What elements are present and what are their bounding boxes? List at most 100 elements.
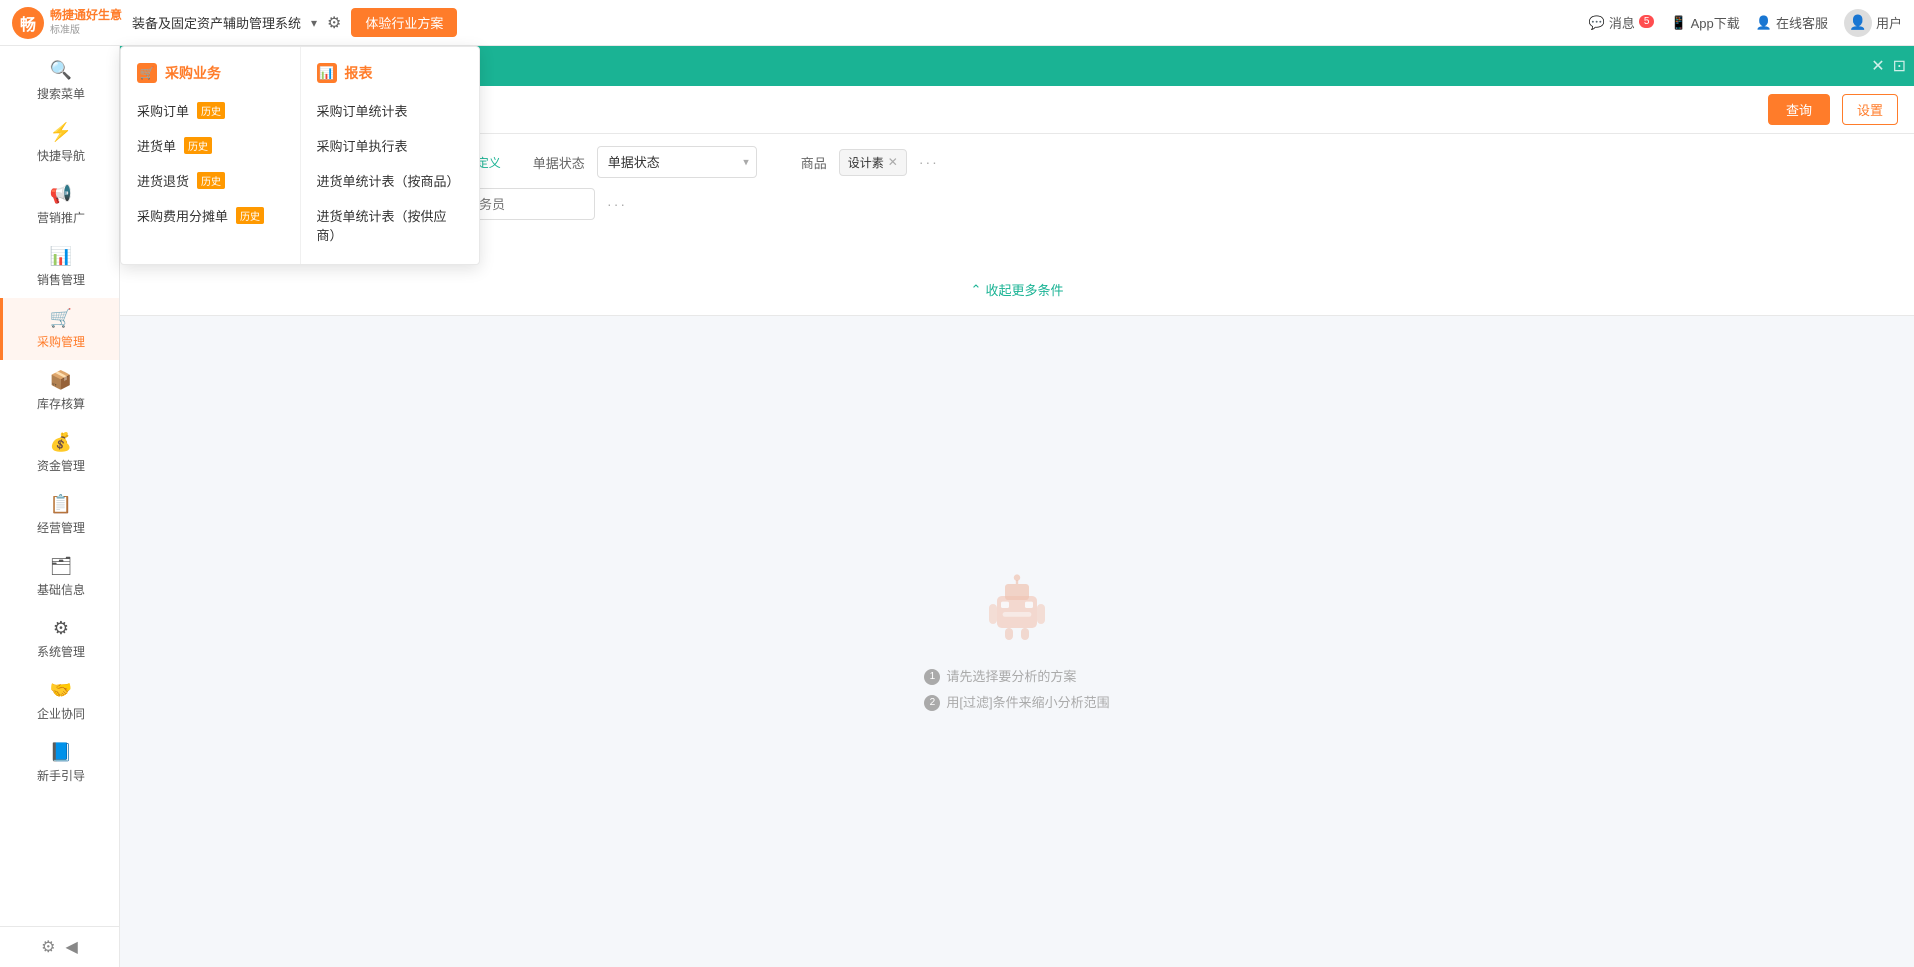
collapse-label: 收起更多条件 — [985, 280, 1063, 299]
dropdown-purchase-title: 采购业务 — [165, 63, 221, 83]
order-status-label: 单据状态 — [533, 153, 585, 172]
sidebar-item-marketing[interactable]: 📢 营销推广 — [0, 174, 119, 236]
cart-icon: 🛒 — [50, 308, 72, 329]
tab-controls: ✕ ⊡ — [1871, 56, 1906, 76]
goods-tag-text: 设计素 — [848, 154, 884, 171]
sidebar-label-basic: 基础信息 — [37, 581, 85, 598]
folder-icon: 🗂 — [50, 556, 73, 577]
dropdown-item-order-stats[interactable]: 采购订单统计表 — [309, 93, 472, 128]
purchase-receipt-history: 历史 — [184, 137, 212, 154]
purchase-return-history: 历史 — [197, 172, 225, 189]
sidebar-item-quick-nav[interactable]: ⚡ 快捷导航 — [0, 112, 119, 174]
service-icon: 👤 — [1756, 15, 1772, 31]
sidebar-item-search[interactable]: 🔍 搜索菜单 — [0, 50, 119, 112]
dropdown-item-purchase-return[interactable]: 进货退货 历史 — [129, 163, 292, 198]
message-action[interactable]: 💬 消息 5 — [1589, 13, 1655, 32]
book-icon: 📘 — [50, 742, 72, 763]
settings-button[interactable]: 设置 — [1842, 94, 1898, 125]
header-right: 💬 消息 5 📱 App下载 👤 在线客服 👤 用户 — [1589, 9, 1902, 37]
tab-restore-button[interactable]: ⊡ — [1893, 56, 1906, 76]
industry-button[interactable]: 体验行业方案 — [351, 8, 457, 37]
sidebar: 🔍 搜索菜单 ⚡ 快捷导航 📢 营销推广 📊 销售管理 🛒 采购管理 📦 库存核… — [0, 46, 120, 967]
query-button[interactable]: 查询 — [1768, 94, 1830, 125]
goods-dots[interactable]: ··· — [919, 154, 939, 170]
sidebar-settings-button[interactable]: ⚙ — [41, 937, 55, 957]
megaphone-icon: 📢 — [50, 184, 72, 205]
sidebar-item-purchase[interactable]: 🛒 采购管理 — [0, 298, 119, 360]
settings-icon-button[interactable]: ⚙ — [327, 13, 341, 33]
sidebar-label-marketing: 营销推广 — [37, 209, 85, 226]
user-action[interactable]: 👤 用户 — [1844, 9, 1902, 37]
handshake-icon: 🤝 — [50, 680, 72, 701]
message-badge: 5 — [1639, 15, 1655, 28]
dropdown-item-purchase-receipt[interactable]: 进货单 历史 — [129, 128, 292, 163]
goods-tag-remove[interactable]: ✕ — [888, 155, 898, 169]
sidebar-item-guide[interactable]: 📘 新手引导 — [0, 732, 119, 794]
app-download-label: App下载 — [1691, 13, 1740, 32]
clipboard-icon: 📋 — [50, 494, 72, 515]
message-icon: 💬 — [1589, 15, 1605, 31]
collapse-button[interactable]: ⌃ 收起更多条件 — [136, 272, 1898, 303]
sidebar-label-quick: 快捷导航 — [37, 147, 85, 164]
empty-tips: 1 请先选择要分析的方案 2 用[过滤]条件来缩小分析范围 — [924, 664, 1109, 716]
sidebar-label-search: 搜索菜单 — [37, 85, 85, 102]
tab-close-window-button[interactable]: ✕ — [1871, 56, 1884, 76]
sidebar-label-guide: 新手引导 — [37, 767, 85, 784]
phone-icon: 📱 — [1670, 15, 1686, 31]
purchase-dropdown-menu: 🛒 采购业务 采购订单 历史 进货单 历史 进货退货 历史 采购费用分摊单 历史… — [120, 46, 480, 265]
top-header: 畅 畅捷通好生意 标准版 装备及固定资产辅助管理系统 ▾ ⚙ 体验行业方案 💬 … — [0, 0, 1914, 46]
header-center: 装备及固定资产辅助管理系统 ▾ ⚙ 体验行业方案 — [132, 8, 1589, 37]
order-stats-label: 采购订单统计表 — [317, 101, 408, 120]
purchase-cost-label: 采购费用分摊单 — [137, 206, 228, 225]
salesperson-dots[interactable]: ··· — [607, 196, 627, 212]
report-col-icon: 📊 — [317, 63, 337, 83]
gear-icon: ⚙ — [53, 618, 69, 639]
sidebar-item-enterprise[interactable]: 🤝 企业协同 — [0, 670, 119, 732]
logo-icon: 畅 — [12, 7, 44, 39]
dropdown-item-order-exec[interactable]: 采购订单执行表 — [309, 128, 472, 163]
purchase-return-label: 进货退货 — [137, 171, 189, 190]
sidebar-nav: 🔍 搜索菜单 ⚡ 快捷导航 📢 营销推广 📊 销售管理 🛒 采购管理 📦 库存核… — [0, 46, 119, 798]
tip-num-2: 2 — [924, 695, 940, 711]
order-exec-label: 采购订单执行表 — [317, 136, 408, 155]
dropdown-purchase-header: 🛒 采购业务 — [129, 59, 292, 93]
sidebar-label-operation: 经营管理 — [37, 519, 85, 536]
empty-tip-1: 1 请先选择要分析的方案 — [924, 664, 1109, 690]
sidebar-label-system: 系统管理 — [37, 643, 85, 660]
dropdown-col-purchase: 🛒 采购业务 采购订单 历史 进货单 历史 进货退货 历史 采购费用分摊单 历史 — [121, 47, 301, 264]
box-icon: 📦 — [50, 370, 72, 391]
app-download-action[interactable]: 📱 App下载 — [1670, 13, 1739, 32]
sidebar-item-system[interactable]: ⚙ 系统管理 — [0, 608, 119, 670]
logo-name: 畅捷通好生意 — [50, 8, 122, 24]
dropdown-item-purchase-order[interactable]: 采购订单 历史 — [129, 93, 292, 128]
sidebar-item-operation[interactable]: 📋 经营管理 — [0, 484, 119, 546]
purchase-col-icon: 🛒 — [137, 63, 157, 83]
dropdown-item-purchase-cost[interactable]: 采购费用分摊单 历史 — [129, 198, 292, 233]
purchase-order-label: 采购订单 — [137, 101, 189, 120]
online-service-label: 在线客服 — [1776, 13, 1828, 32]
receipt-stats-goods-label: 进货单统计表（按商品） — [317, 171, 460, 190]
goods-tag[interactable]: 设计素 ✕ — [839, 149, 907, 176]
purchase-cost-history: 历史 — [236, 207, 264, 224]
tip-num-1: 1 — [924, 669, 940, 685]
sidebar-item-basic[interactable]: 🗂 基础信息 — [0, 546, 119, 608]
sidebar-item-inventory[interactable]: 📦 库存核算 — [0, 360, 119, 422]
content-area: 1 请先选择要分析的方案 2 用[过滤]条件来缩小分析范围 — [120, 316, 1914, 967]
receipt-stats-supplier-label: 进货单统计表（按供应商） — [317, 206, 464, 244]
logo-text: 畅捷通好生意 标准版 — [50, 8, 122, 37]
logo-version: 标准版 — [50, 24, 122, 37]
system-dropdown-button[interactable]: ▾ — [311, 16, 317, 30]
sidebar-label-finance: 资金管理 — [37, 457, 85, 474]
sidebar-item-sales[interactable]: 📊 销售管理 — [0, 236, 119, 298]
sidebar-collapse-button[interactable]: ◀ — [66, 937, 78, 957]
system-title: 装备及固定资产辅助管理系统 — [132, 13, 301, 32]
sidebar-item-finance[interactable]: 💰 资金管理 — [0, 422, 119, 484]
empty-state-icon — [977, 568, 1057, 648]
online-service-action[interactable]: 👤 在线客服 — [1756, 13, 1828, 32]
dropdown-col-report: 📊 报表 采购订单统计表 采购订单执行表 进货单统计表（按商品） 进货单统计表（… — [301, 47, 480, 264]
order-status-select[interactable]: 单据状态 — [597, 146, 757, 178]
dropdown-item-receipt-stats-goods[interactable]: 进货单统计表（按商品） — [309, 163, 472, 198]
dropdown-item-receipt-stats-supplier[interactable]: 进货单统计表（按供应商） — [309, 198, 472, 252]
message-label: 消息 — [1609, 13, 1635, 32]
purchase-receipt-label: 进货单 — [137, 136, 176, 155]
